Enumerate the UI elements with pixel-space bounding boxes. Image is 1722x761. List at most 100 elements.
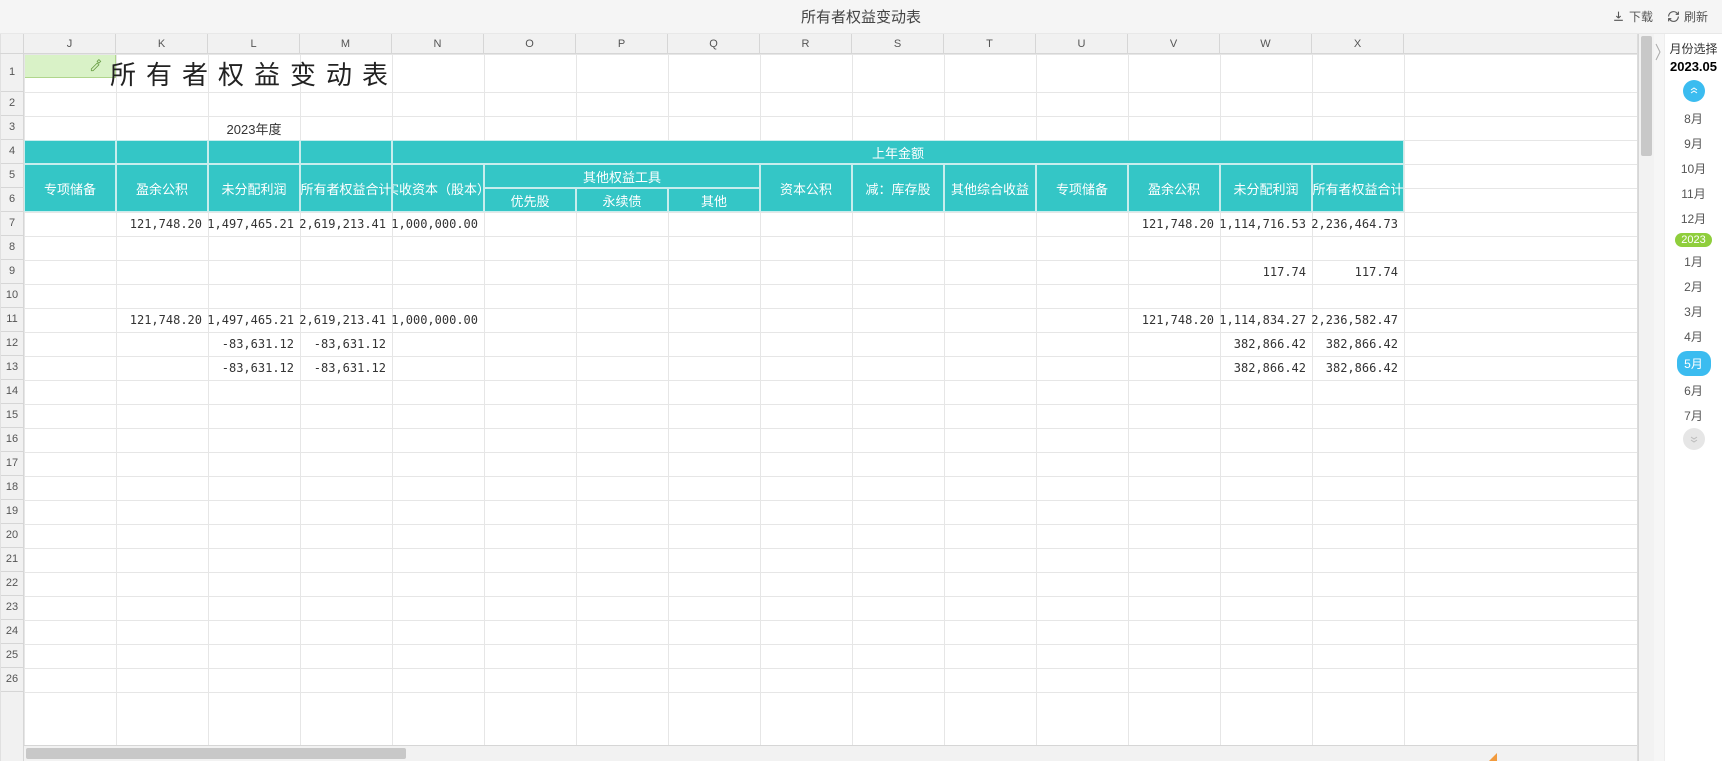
data-cell[interactable]: 1,497,465.21: [208, 212, 300, 236]
data-cell[interactable]: 382,866.42: [1312, 356, 1404, 380]
refresh-button[interactable]: 刷新: [1667, 8, 1708, 25]
header-T[interactable]: 其他综合收益: [944, 164, 1036, 212]
col-header[interactable]: J: [24, 34, 116, 53]
header-empty[interactable]: [24, 140, 116, 164]
row-header[interactable]: 16: [1, 428, 23, 452]
data-cell[interactable]: -83,631.12: [300, 356, 392, 380]
month-option[interactable]: 8月: [1681, 106, 1706, 131]
data-cell[interactable]: -83,631.12: [208, 356, 300, 380]
row-header[interactable]: 6: [1, 188, 23, 212]
col-header[interactable]: Q: [668, 34, 760, 53]
row-header[interactable]: 1: [1, 54, 23, 92]
header-R[interactable]: 资本公积: [760, 164, 852, 212]
header-L[interactable]: 未分配利润: [208, 164, 300, 212]
col-header[interactable]: T: [944, 34, 1036, 53]
data-cell[interactable]: 2,619,213.41: [300, 308, 392, 332]
data-cell[interactable]: 382,866.42: [1220, 332, 1312, 356]
row-header[interactable]: 14: [1, 380, 23, 404]
header-J[interactable]: 专项储备: [24, 164, 116, 212]
data-cell[interactable]: 121,748.20: [116, 308, 208, 332]
panel-collapse-handle[interactable]: [1654, 34, 1664, 761]
col-header[interactable]: L: [208, 34, 300, 53]
row-header[interactable]: 21: [1, 548, 23, 572]
col-header[interactable]: O: [484, 34, 576, 53]
data-cell[interactable]: 121,748.20: [116, 212, 208, 236]
row-header[interactable]: 17: [1, 452, 23, 476]
data-cell[interactable]: 382,866.42: [1220, 356, 1312, 380]
header-N[interactable]: 实收资本（股本）: [392, 164, 484, 212]
report-year[interactable]: 2023年度: [24, 116, 484, 140]
row-header[interactable]: 18: [1, 476, 23, 500]
data-cell[interactable]: 117.74: [1220, 260, 1312, 284]
header-K[interactable]: 盈余公积: [116, 164, 208, 212]
data-cell[interactable]: 121,748.20: [1128, 212, 1220, 236]
month-option[interactable]: 2月: [1677, 274, 1711, 299]
group-header[interactable]: 上年金额: [392, 140, 1404, 164]
subheader-P[interactable]: 永续债: [576, 188, 668, 212]
data-cell[interactable]: 1,000,000.00: [392, 308, 484, 332]
data-cell[interactable]: 1,114,834.27: [1220, 308, 1312, 332]
data-cell[interactable]: 1,000,000.00: [392, 212, 484, 236]
month-option[interactable]: 10月: [1681, 156, 1706, 181]
row-header[interactable]: 13: [1, 356, 23, 380]
col-header[interactable]: P: [576, 34, 668, 53]
row-header[interactable]: 20: [1, 524, 23, 548]
data-cell[interactable]: 2,236,464.73: [1312, 212, 1404, 236]
month-option[interactable]: 9月: [1681, 131, 1706, 156]
row-header[interactable]: 10: [1, 284, 23, 308]
header-empty[interactable]: [116, 140, 208, 164]
row-header[interactable]: 4: [1, 140, 23, 164]
row-header[interactable]: 19: [1, 500, 23, 524]
spreadsheet[interactable]: JKLMNOPQRSTUVWX 123456789101112131415161…: [0, 34, 1638, 761]
row-header[interactable]: 25: [1, 644, 23, 668]
header-equity-tools[interactable]: 其他权益工具: [484, 164, 760, 188]
header-M[interactable]: 所有者权益合计: [300, 164, 392, 212]
data-cell[interactable]: 117.74: [1312, 260, 1404, 284]
col-header[interactable]: N: [392, 34, 484, 53]
month-option[interactable]: 11月: [1681, 181, 1706, 206]
header-X[interactable]: 所有者权益合计: [1312, 164, 1404, 212]
horizontal-scrollbar[interactable]: [24, 745, 1637, 761]
header-empty[interactable]: [300, 140, 392, 164]
row-header[interactable]: 12: [1, 332, 23, 356]
data-cell[interactable]: 1,114,716.53: [1220, 212, 1312, 236]
subheader-O[interactable]: 优先股: [484, 188, 576, 212]
row-header[interactable]: 8: [1, 236, 23, 260]
row-header[interactable]: 22: [1, 572, 23, 596]
month-option[interactable]: 4月: [1677, 324, 1711, 349]
col-header[interactable]: U: [1036, 34, 1128, 53]
col-header[interactable]: M: [300, 34, 392, 53]
subheader-Q[interactable]: 其他: [668, 188, 760, 212]
header-U[interactable]: 专项储备: [1036, 164, 1128, 212]
col-header[interactable]: X: [1312, 34, 1404, 53]
header-V[interactable]: 盈余公积: [1128, 164, 1220, 212]
row-header[interactable]: 5: [1, 164, 23, 188]
row-header[interactable]: 11: [1, 308, 23, 332]
data-cell[interactable]: -83,631.12: [300, 332, 392, 356]
header-empty[interactable]: [208, 140, 300, 164]
row-header[interactable]: 7: [1, 212, 23, 236]
header-S[interactable]: 减：库存股: [852, 164, 944, 212]
col-header[interactable]: W: [1220, 34, 1312, 53]
scroll-up-button[interactable]: [1683, 80, 1705, 102]
scroll-down-button[interactable]: [1683, 428, 1705, 450]
vertical-scrollbar[interactable]: [1638, 34, 1654, 761]
row-header[interactable]: 23: [1, 596, 23, 620]
row-header[interactable]: 24: [1, 620, 23, 644]
row-header[interactable]: 2: [1, 92, 23, 116]
row-header[interactable]: 3: [1, 116, 23, 140]
col-header[interactable]: S: [852, 34, 944, 53]
month-option[interactable]: 7月: [1677, 403, 1711, 428]
select-all-corner[interactable]: [0, 34, 24, 53]
data-cell[interactable]: -83,631.12: [208, 332, 300, 356]
data-cell[interactable]: 2,619,213.41: [300, 212, 392, 236]
report-title[interactable]: 所有者权益变动表: [24, 54, 484, 92]
col-header[interactable]: R: [760, 34, 852, 53]
col-header[interactable]: K: [116, 34, 208, 53]
data-cell[interactable]: 382,866.42: [1312, 332, 1404, 356]
col-header[interactable]: V: [1128, 34, 1220, 53]
cell-grid[interactable]: 所有者权益变动表2023年度上年金额专项储备盈余公积未分配利润所有者权益合计实收…: [24, 54, 1637, 761]
month-option[interactable]: 3月: [1677, 299, 1711, 324]
row-header[interactable]: 15: [1, 404, 23, 428]
month-option[interactable]: 6月: [1677, 378, 1711, 403]
